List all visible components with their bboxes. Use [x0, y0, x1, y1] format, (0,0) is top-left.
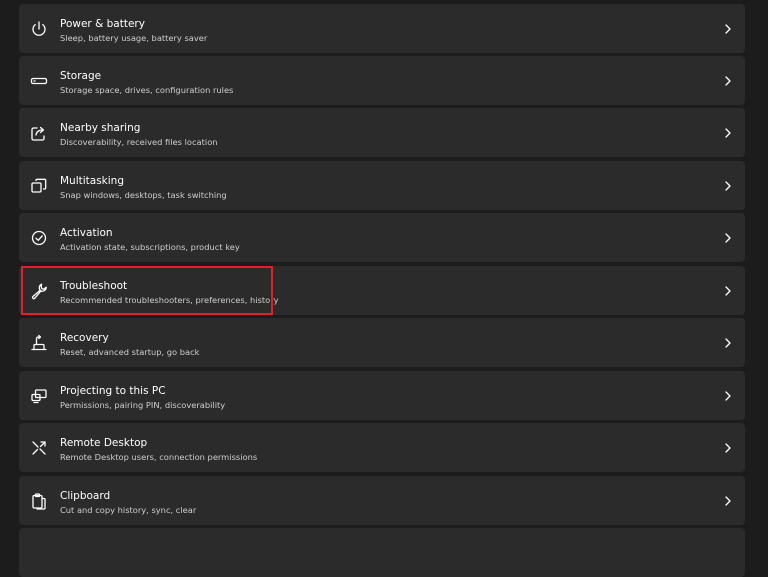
settings-item-nearby-sharing[interactable]: Nearby sharing Discoverability, received…: [19, 108, 745, 157]
clipboard-icon: [29, 491, 49, 511]
settings-item-activation[interactable]: Activation Activation state, subscriptio…: [19, 213, 745, 262]
chevron-right-icon: [723, 75, 733, 87]
settings-item-subtitle: Reset, advanced startup, go back: [60, 347, 200, 357]
check-circle-icon: [29, 228, 49, 248]
settings-item-title: Power & battery: [60, 18, 145, 30]
settings-item-recovery[interactable]: Recovery Reset, advanced startup, go bac…: [19, 318, 745, 367]
chevron-right-icon: [723, 180, 733, 192]
power-icon: [29, 19, 49, 39]
remote-desktop-icon: [29, 438, 49, 458]
settings-item-title: Projecting to this PC: [60, 385, 166, 397]
chevron-right-icon: [723, 285, 733, 297]
chevron-right-icon: [723, 390, 733, 402]
settings-item-title: Recovery: [60, 332, 109, 344]
settings-item-title: Nearby sharing: [60, 122, 141, 134]
settings-item-projecting[interactable]: Projecting to this PC Permissions, pairi…: [19, 371, 745, 420]
settings-item-remote-desktop[interactable]: Remote Desktop Remote Desktop users, con…: [19, 423, 745, 472]
settings-item-subtitle: Discoverability, received files location: [60, 137, 218, 147]
settings-item-troubleshoot[interactable]: Troubleshoot Recommended troubleshooters…: [19, 266, 745, 315]
chevron-right-icon: [723, 232, 733, 244]
settings-item-title: Activation: [60, 227, 113, 239]
settings-item-title: Clipboard: [60, 490, 111, 502]
projecting-icon: [29, 386, 49, 406]
settings-item-title: Troubleshoot: [60, 280, 128, 292]
settings-item-storage[interactable]: Storage Storage space, drives, configura…: [19, 56, 745, 105]
chevron-right-icon: [723, 23, 733, 35]
settings-item-subtitle: Cut and copy history, sync, clear: [60, 505, 197, 515]
settings-item-multitasking[interactable]: Multitasking Snap windows, desktops, tas…: [19, 161, 745, 210]
settings-item-subtitle: Remote Desktop users, connection permiss…: [60, 452, 258, 462]
storage-icon: [29, 71, 49, 91]
settings-item-subtitle: Snap windows, desktops, task switching: [60, 190, 227, 200]
chevron-right-icon: [723, 337, 733, 349]
wrench-icon: [29, 281, 49, 301]
settings-item-subtitle: Activation state, subscriptions, product…: [60, 242, 240, 252]
settings-item-title: Remote Desktop: [60, 437, 148, 449]
chevron-right-icon: [723, 127, 733, 139]
settings-item-title: Multitasking: [60, 175, 125, 187]
settings-item-title: Storage: [60, 70, 102, 82]
settings-item-next-partial[interactable]: [19, 528, 745, 577]
settings-item-subtitle: Storage space, drives, configuration rul…: [60, 85, 234, 95]
chevron-right-icon: [723, 442, 733, 454]
settings-item-subtitle: Recommended troubleshooters, preferences…: [60, 295, 279, 305]
settings-item-power-battery[interactable]: Power & battery Sleep, battery usage, ba…: [19, 4, 745, 53]
share-icon: [29, 123, 49, 143]
chevron-right-icon: [723, 495, 733, 507]
recovery-icon: [29, 333, 49, 353]
settings-item-subtitle: Sleep, battery usage, battery saver: [60, 33, 208, 43]
multitasking-icon: [29, 176, 49, 196]
settings-item-subtitle: Permissions, pairing PIN, discoverabilit…: [60, 400, 226, 410]
settings-item-clipboard[interactable]: Clipboard Cut and copy history, sync, cl…: [19, 476, 745, 525]
